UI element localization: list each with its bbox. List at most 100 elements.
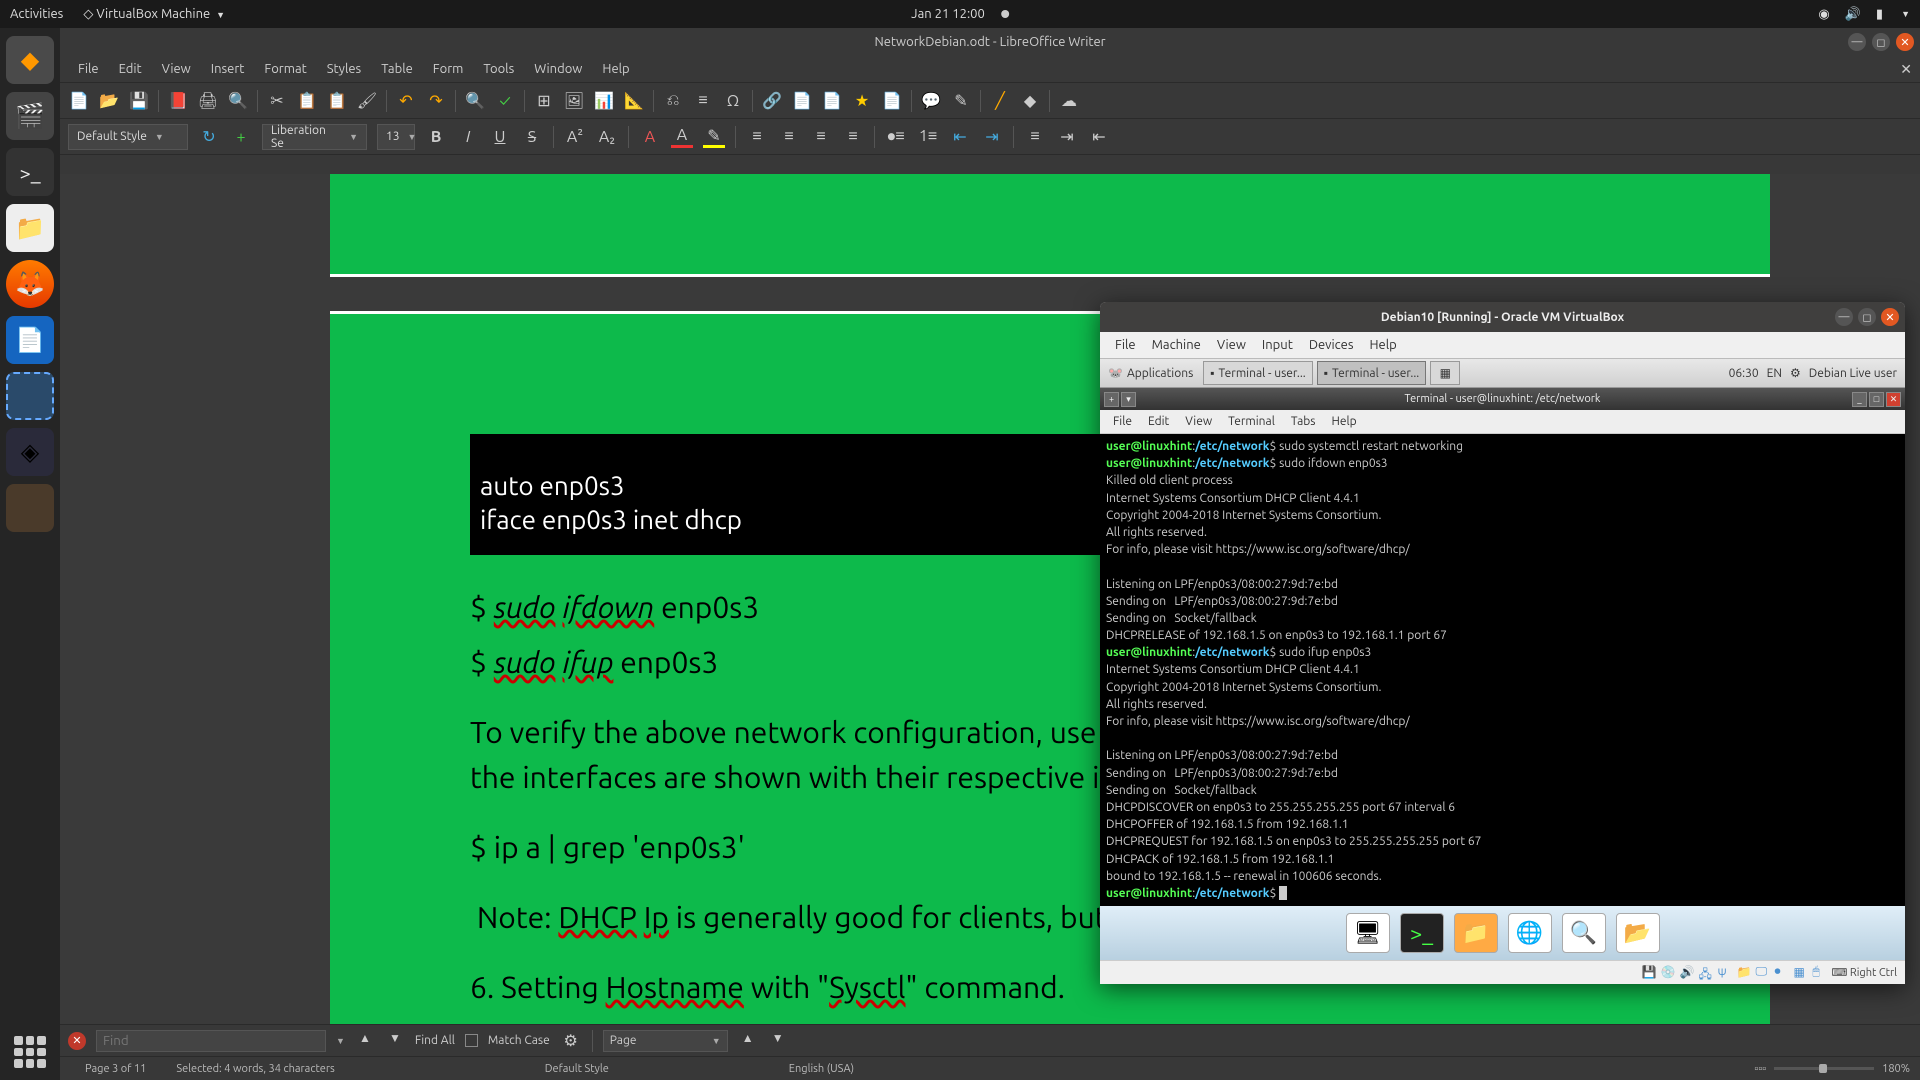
dock-files[interactable]: 📁 bbox=[6, 204, 54, 252]
vbox-minimize-button[interactable]: — bbox=[1835, 308, 1853, 326]
hyperlink-icon[interactable]: 🔗 bbox=[761, 90, 783, 112]
vbox-recording-icon[interactable]: ⏺ bbox=[1774, 965, 1789, 980]
debian-keyboard-lang[interactable]: EN bbox=[1767, 367, 1782, 380]
maximize-button[interactable]: ◻ bbox=[1872, 33, 1890, 51]
term-menu-edit[interactable]: Edit bbox=[1141, 413, 1176, 430]
line-icon[interactable]: ╱ bbox=[989, 90, 1011, 112]
guest-term-new-tab-button[interactable]: + bbox=[1104, 392, 1119, 407]
vbox-audio-icon[interactable]: 🔊 bbox=[1679, 965, 1694, 980]
dock-firefox[interactable]: 🦊 bbox=[6, 260, 54, 308]
outdent-icon[interactable]: ⇤ bbox=[949, 126, 971, 148]
vbox-menu-machine[interactable]: Machine bbox=[1145, 335, 1208, 355]
find-next-button[interactable]: ▼ bbox=[385, 1031, 405, 1051]
track-changes-icon[interactable]: ✎ bbox=[950, 90, 972, 112]
term-menu-file[interactable]: File bbox=[1106, 413, 1139, 430]
zoom-slider[interactable] bbox=[1774, 1067, 1874, 1070]
decrease-indent-icon[interactable]: ⇤ bbox=[1088, 126, 1110, 148]
debian-network-icon[interactable]: ⚙ bbox=[1790, 366, 1801, 380]
font-color-icon[interactable]: A bbox=[671, 126, 693, 148]
increase-indent-icon[interactable]: ⇥ bbox=[1056, 126, 1078, 148]
wifi-icon[interactable]: ◉ bbox=[1818, 7, 1829, 22]
debian-dock-show-desktop[interactable]: 🖥 bbox=[1346, 913, 1390, 953]
find-replace-icon[interactable]: 🔍 bbox=[464, 90, 486, 112]
subscript-icon[interactable]: A₂ bbox=[596, 126, 618, 148]
update-style-icon[interactable]: ↻ bbox=[198, 126, 220, 148]
bullet-list-icon[interactable]: ⦁≡ bbox=[885, 126, 907, 148]
paragraph-style-combo[interactable]: Default Style▼ bbox=[68, 124, 188, 150]
print-icon[interactable]: 🖨 bbox=[197, 90, 219, 112]
menu-table[interactable]: Table bbox=[373, 59, 421, 79]
dock-sublime-text[interactable]: ◆ bbox=[6, 36, 54, 84]
clear-format-icon[interactable]: A bbox=[639, 126, 661, 148]
superscript-icon[interactable]: A² bbox=[564, 126, 586, 148]
nav-prev-button[interactable]: ▲ bbox=[738, 1031, 758, 1051]
zoom-percent[interactable]: 180% bbox=[1882, 1063, 1910, 1075]
term-menu-help[interactable]: Help bbox=[1324, 413, 1363, 430]
bookmark-icon[interactable]: ★ bbox=[851, 90, 873, 112]
term-menu-view[interactable]: View bbox=[1178, 413, 1219, 430]
menu-format[interactable]: Format bbox=[256, 59, 314, 79]
cross-ref-icon[interactable]: 📄 bbox=[881, 90, 903, 112]
new-doc-icon[interactable]: 📄 bbox=[68, 90, 90, 112]
dock-running-vm[interactable] bbox=[6, 484, 54, 532]
strikethrough-icon[interactable]: S bbox=[521, 126, 543, 148]
italic-icon[interactable]: I bbox=[457, 126, 479, 148]
taskbar-workspace[interactable]: ▦ bbox=[1430, 361, 1460, 385]
debian-clock[interactable]: 06:30 bbox=[1729, 367, 1759, 380]
vbox-menu-help[interactable]: Help bbox=[1363, 335, 1404, 355]
nav-next-button[interactable]: ▼ bbox=[768, 1031, 788, 1051]
view-layout-icon[interactable]: ▫▫▫ bbox=[1754, 1063, 1766, 1075]
dock-terminal[interactable]: >_ bbox=[6, 148, 54, 196]
insert-field-icon[interactable]: ≡ bbox=[692, 90, 714, 112]
dock-screenshot[interactable] bbox=[6, 372, 54, 420]
find-prev-button[interactable]: ▲ bbox=[355, 1031, 375, 1051]
close-document-button[interactable]: ✕ bbox=[1900, 61, 1912, 78]
vbox-optical-icon[interactable]: 💿 bbox=[1660, 965, 1675, 980]
number-list-icon[interactable]: 1≡ bbox=[917, 126, 939, 148]
horizontal-ruler[interactable] bbox=[60, 154, 1920, 174]
font-size-combo[interactable]: 13▼ bbox=[377, 124, 415, 150]
bold-icon[interactable]: B bbox=[425, 126, 447, 148]
insert-image-icon[interactable]: 🖼 bbox=[563, 90, 585, 112]
guest-term-minimize-button[interactable]: _ bbox=[1852, 392, 1867, 407]
app-menu[interactable]: ◇ VirtualBox Machine ▼ bbox=[83, 7, 225, 22]
navigate-by-combo[interactable]: Page▼ bbox=[603, 1030, 728, 1052]
print-preview-icon[interactable]: 🔍 bbox=[227, 90, 249, 112]
vbox-mouse-icon[interactable]: 🖱 bbox=[1812, 965, 1827, 980]
vbox-hdd-icon[interactable]: 💾 bbox=[1641, 965, 1656, 980]
clock[interactable]: Jan 21 12:00 bbox=[911, 7, 985, 21]
paste-icon[interactable]: 📋 bbox=[326, 90, 348, 112]
open-icon[interactable]: 📂 bbox=[98, 90, 120, 112]
menu-view[interactable]: View bbox=[154, 59, 199, 79]
insert-table-icon[interactable]: ⊞ bbox=[533, 90, 555, 112]
menu-window[interactable]: Window bbox=[526, 59, 590, 79]
dock-virtualbox[interactable]: ◈ bbox=[6, 428, 54, 476]
cut-icon[interactable]: ✂ bbox=[266, 90, 288, 112]
draw-functions-icon[interactable]: ☁ bbox=[1058, 90, 1080, 112]
basic-shapes-icon[interactable]: ◆ bbox=[1019, 90, 1041, 112]
debian-dock-browser[interactable]: 🌐 bbox=[1508, 913, 1552, 953]
menu-form[interactable]: Form bbox=[425, 59, 472, 79]
guest-terminal-titlebar[interactable]: + ▾ Terminal - user@linuxhint: /etc/netw… bbox=[1100, 388, 1905, 410]
debian-dock-home[interactable]: 📂 bbox=[1616, 913, 1660, 953]
taskbar-terminal-1[interactable]: ▪ Terminal - user... bbox=[1203, 361, 1312, 385]
debian-dock-terminal[interactable]: >_ bbox=[1400, 913, 1444, 953]
vbox-usb-icon[interactable]: ψ bbox=[1717, 965, 1732, 980]
insert-chart-icon[interactable]: 📊 bbox=[593, 90, 615, 112]
copy-icon[interactable]: 📋 bbox=[296, 90, 318, 112]
vbox-network-icon[interactable]: 🖧 bbox=[1698, 965, 1713, 980]
insert-symbol-icon[interactable]: Ω bbox=[722, 90, 744, 112]
menu-tools[interactable]: Tools bbox=[475, 59, 522, 79]
vbox-menu-input[interactable]: Input bbox=[1255, 335, 1300, 355]
endnote-icon[interactable]: 📄 bbox=[821, 90, 843, 112]
page-break-icon[interactable]: ⎌ bbox=[662, 90, 684, 112]
vbox-close-button[interactable]: ✕ bbox=[1881, 308, 1899, 326]
term-menu-terminal[interactable]: Terminal bbox=[1221, 413, 1282, 430]
new-style-icon[interactable]: + bbox=[230, 126, 252, 148]
highlight-icon[interactable]: ✎ bbox=[703, 126, 725, 148]
guest-term-maximize-button[interactable]: □ bbox=[1869, 392, 1884, 407]
page-number-status[interactable]: Page 3 of 11 bbox=[70, 1063, 161, 1075]
font-name-combo[interactable]: Liberation Se▼ bbox=[262, 124, 367, 150]
vbox-menu-view[interactable]: View bbox=[1210, 335, 1253, 355]
vbox-cpu-icon[interactable]: ▦ bbox=[1793, 965, 1808, 980]
